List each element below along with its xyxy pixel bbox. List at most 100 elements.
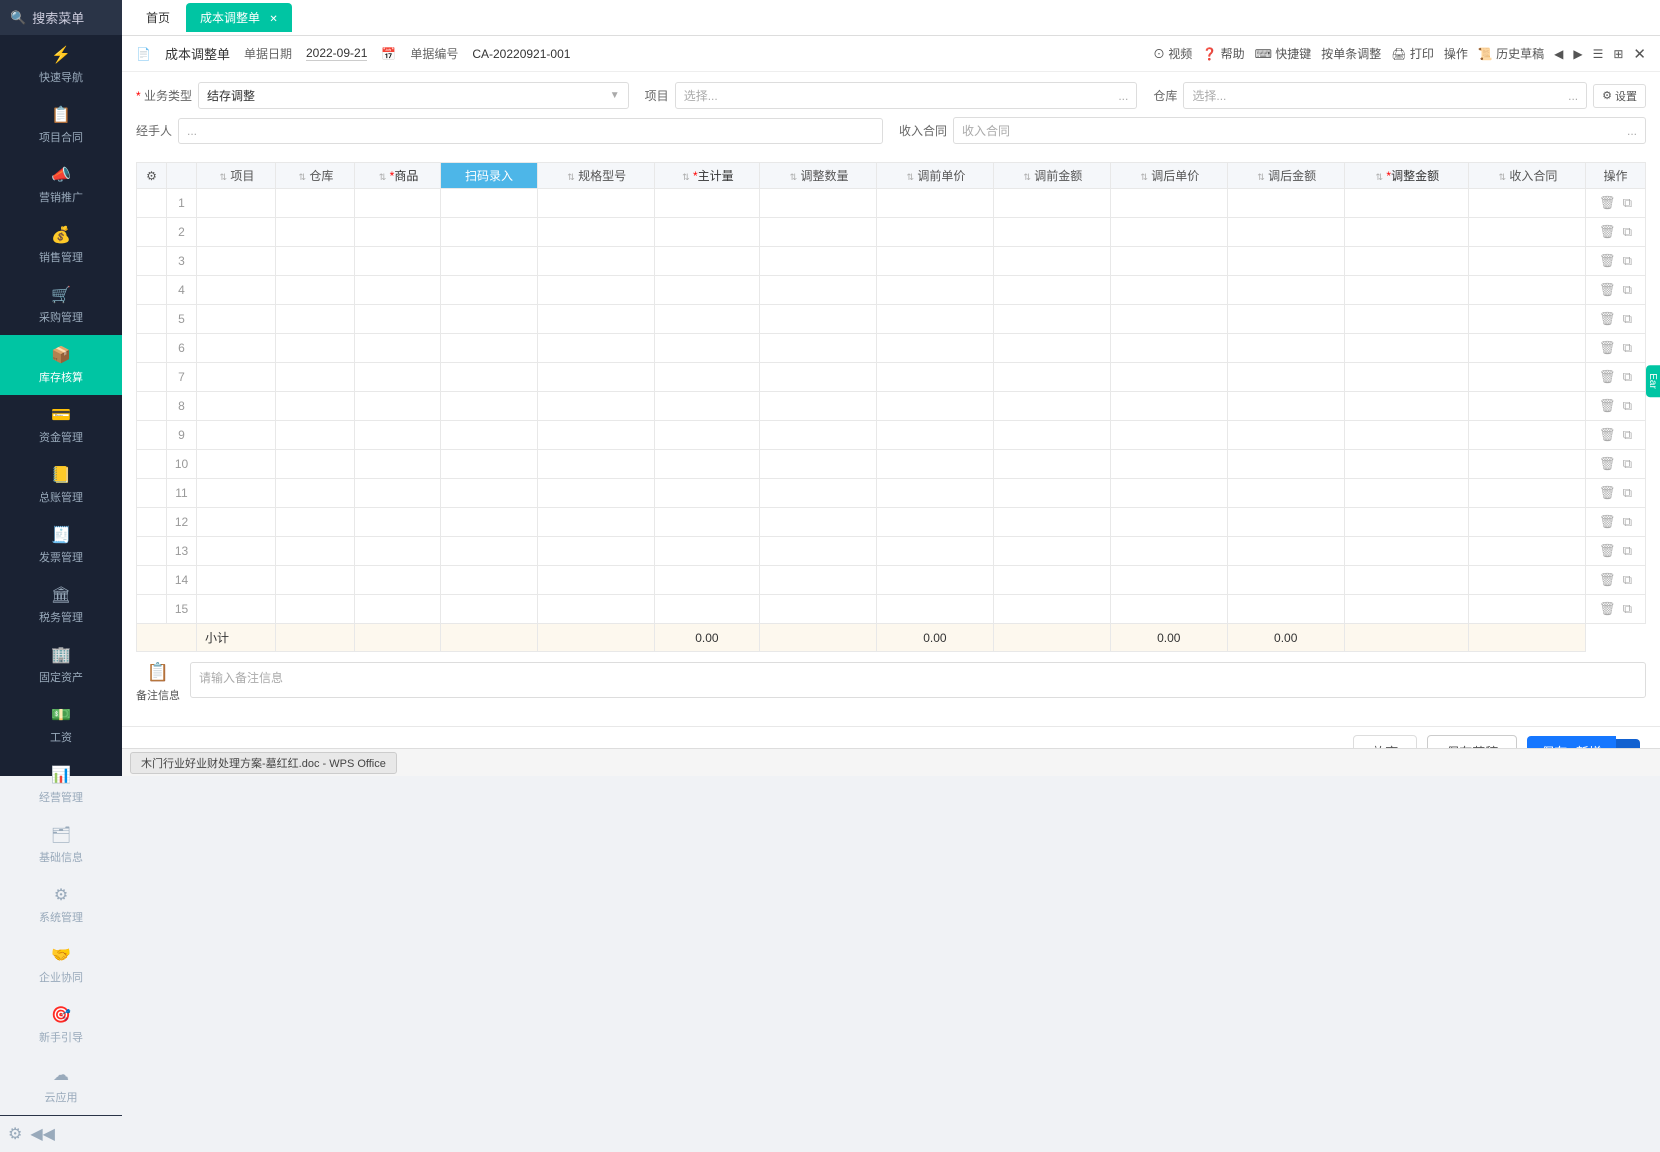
row-warehouse-cell[interactable] bbox=[275, 247, 354, 276]
row-pre-price-cell[interactable] bbox=[876, 595, 993, 624]
row-adj-amount-cell[interactable] bbox=[1344, 450, 1468, 479]
row-post-price-cell[interactable] bbox=[1110, 450, 1227, 479]
row-copy-button[interactable]: ⧉ bbox=[1621, 570, 1634, 590]
row-product-cell[interactable] bbox=[354, 421, 440, 450]
row-adj-amount-cell[interactable] bbox=[1344, 479, 1468, 508]
row-product-cell[interactable] bbox=[354, 479, 440, 508]
row-unit-cell[interactable] bbox=[654, 334, 759, 363]
row-product-cell[interactable] bbox=[354, 537, 440, 566]
row-adj-amount-cell[interactable] bbox=[1344, 392, 1468, 421]
row-pre-price-cell[interactable] bbox=[876, 508, 993, 537]
row-income-contract-cell[interactable] bbox=[1469, 305, 1586, 334]
row-pre-price-cell[interactable] bbox=[876, 218, 993, 247]
row-post-amount-cell[interactable] bbox=[1227, 392, 1344, 421]
sidebar-item-invoice-mgmt[interactable]: 🧾发票管理 bbox=[0, 515, 122, 575]
row-warehouse-cell[interactable] bbox=[275, 479, 354, 508]
row-post-price-cell[interactable] bbox=[1110, 363, 1227, 392]
row-product-cell[interactable] bbox=[354, 334, 440, 363]
row-income-contract-cell[interactable] bbox=[1469, 537, 1586, 566]
row-post-amount-cell[interactable] bbox=[1227, 276, 1344, 305]
row-pre-amount-cell[interactable] bbox=[993, 508, 1110, 537]
row-adj-amount-cell[interactable] bbox=[1344, 334, 1468, 363]
row-spec-cell[interactable] bbox=[537, 276, 654, 305]
row-pre-amount-cell[interactable] bbox=[993, 334, 1110, 363]
row-pre-amount-cell[interactable] bbox=[993, 305, 1110, 334]
row-spec-cell[interactable] bbox=[537, 479, 654, 508]
row-spec-cell[interactable] bbox=[537, 392, 654, 421]
row-adj-qty-cell[interactable] bbox=[760, 392, 877, 421]
row-warehouse-cell[interactable] bbox=[275, 421, 354, 450]
notes-input[interactable]: 请输入备注信息 bbox=[190, 662, 1646, 698]
row-pre-price-cell[interactable] bbox=[876, 392, 993, 421]
sidebar-item-ops-mgmt[interactable]: 📊经营管理 bbox=[0, 755, 122, 815]
row-adj-amount-cell[interactable] bbox=[1344, 508, 1468, 537]
row-copy-button[interactable]: ⧉ bbox=[1621, 251, 1634, 271]
sidebar-item-payroll[interactable]: 💵工资 bbox=[0, 695, 122, 755]
row-post-amount-cell[interactable] bbox=[1227, 508, 1344, 537]
row-post-price-cell[interactable] bbox=[1110, 305, 1227, 334]
row-copy-button[interactable]: ⧉ bbox=[1621, 512, 1634, 532]
row-adj-qty-cell[interactable] bbox=[760, 479, 877, 508]
tab-home[interactable]: 首页 bbox=[132, 3, 184, 32]
row-post-amount-cell[interactable] bbox=[1227, 334, 1344, 363]
row-spec-cell[interactable] bbox=[537, 363, 654, 392]
row-copy-button[interactable]: ⧉ bbox=[1621, 541, 1634, 561]
nav-prev-icon[interactable]: ◀ bbox=[1554, 47, 1563, 61]
row-income-contract-cell[interactable] bbox=[1469, 218, 1586, 247]
row-income-contract-cell[interactable] bbox=[1469, 334, 1586, 363]
row-spec-cell[interactable] bbox=[537, 305, 654, 334]
row-copy-button[interactable]: ⧉ bbox=[1621, 454, 1634, 474]
row-pre-amount-cell[interactable] bbox=[993, 450, 1110, 479]
row-pre-amount-cell[interactable] bbox=[993, 392, 1110, 421]
row-copy-button[interactable]: ⧉ bbox=[1621, 425, 1634, 445]
row-unit-cell[interactable] bbox=[654, 363, 759, 392]
nav-next-icon[interactable]: ▶ bbox=[1573, 47, 1582, 61]
row-warehouse-cell[interactable] bbox=[275, 508, 354, 537]
row-project-cell[interactable] bbox=[197, 450, 276, 479]
row-copy-button[interactable]: ⧉ bbox=[1621, 396, 1634, 416]
row-scan-cell[interactable] bbox=[441, 334, 538, 363]
sidebar-item-cloud-app[interactable]: ☁云应用 bbox=[0, 1055, 122, 1115]
row-warehouse-cell[interactable] bbox=[275, 305, 354, 334]
row-delete-button[interactable]: 🗑 bbox=[1597, 193, 1618, 213]
row-scan-cell[interactable] bbox=[441, 479, 538, 508]
row-adj-amount-cell[interactable] bbox=[1344, 363, 1468, 392]
sidebar-item-quick-nav[interactable]: ⚡快速导航 bbox=[0, 35, 122, 95]
collapse-icon[interactable]: ◀◀ bbox=[30, 1124, 55, 1144]
row-delete-button[interactable]: 🗑 bbox=[1597, 425, 1618, 445]
row-post-price-cell[interactable] bbox=[1110, 566, 1227, 595]
row-unit-cell[interactable] bbox=[654, 305, 759, 334]
toolbar-ops[interactable]: 操作 bbox=[1444, 45, 1468, 62]
row-pre-price-cell[interactable] bbox=[876, 247, 993, 276]
row-pre-amount-cell[interactable] bbox=[993, 247, 1110, 276]
row-adj-qty-cell[interactable] bbox=[760, 276, 877, 305]
row-post-amount-cell[interactable] bbox=[1227, 421, 1344, 450]
row-scan-cell[interactable] bbox=[441, 537, 538, 566]
row-copy-button[interactable]: ⧉ bbox=[1621, 483, 1634, 503]
row-project-cell[interactable] bbox=[197, 595, 276, 624]
row-income-contract-cell[interactable] bbox=[1469, 479, 1586, 508]
row-adj-amount-cell[interactable] bbox=[1344, 305, 1468, 334]
row-delete-button[interactable]: 🗑 bbox=[1597, 454, 1618, 474]
row-income-contract-cell[interactable] bbox=[1469, 595, 1586, 624]
row-pre-price-cell[interactable] bbox=[876, 363, 993, 392]
row-post-price-cell[interactable] bbox=[1110, 247, 1227, 276]
row-adj-qty-cell[interactable] bbox=[760, 595, 877, 624]
col-gear[interactable]: ⚙ bbox=[137, 163, 167, 189]
row-post-price-cell[interactable] bbox=[1110, 189, 1227, 218]
row-scan-cell[interactable] bbox=[441, 566, 538, 595]
project-input[interactable]: 选择... ... bbox=[675, 82, 1138, 109]
row-product-cell[interactable] bbox=[354, 508, 440, 537]
row-post-price-cell[interactable] bbox=[1110, 537, 1227, 566]
row-project-cell[interactable] bbox=[197, 247, 276, 276]
row-scan-cell[interactable] bbox=[441, 392, 538, 421]
row-product-cell[interactable] bbox=[354, 276, 440, 305]
row-post-amount-cell[interactable] bbox=[1227, 305, 1344, 334]
row-unit-cell[interactable] bbox=[654, 537, 759, 566]
row-pre-price-cell[interactable] bbox=[876, 537, 993, 566]
view-list-icon[interactable]: ☰ bbox=[1593, 47, 1604, 61]
sidebar-item-biz-collab[interactable]: 🤝企业协同 bbox=[0, 935, 122, 995]
toolbar-batch-adjust[interactable]: 按单条调整 bbox=[1321, 45, 1381, 62]
row-adj-qty-cell[interactable] bbox=[760, 247, 877, 276]
row-copy-button[interactable]: ⧉ bbox=[1621, 193, 1634, 213]
